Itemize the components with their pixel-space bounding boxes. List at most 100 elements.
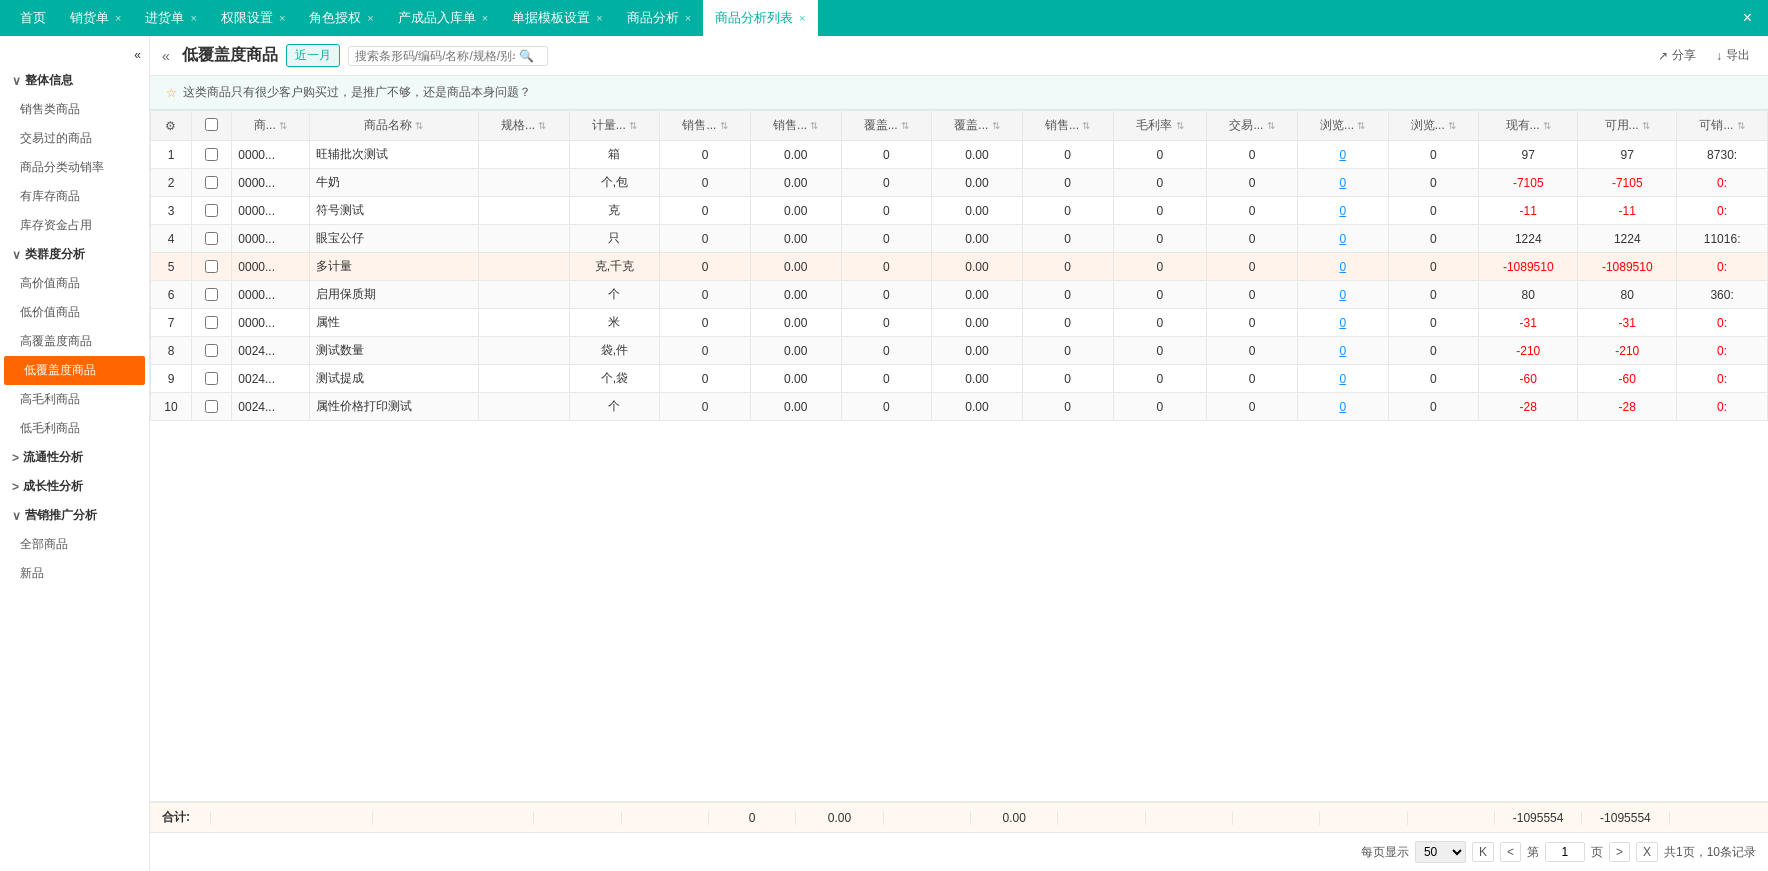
row-no: 2 xyxy=(151,169,192,197)
close-icon[interactable]: × xyxy=(685,12,691,24)
row-browse1[interactable]: 0 xyxy=(1297,281,1388,309)
row-checkbox[interactable] xyxy=(191,141,231,169)
nav-template[interactable]: 单据模板设置 × xyxy=(500,0,614,36)
last-page-button[interactable]: X xyxy=(1636,842,1658,862)
col-current[interactable]: 现有... ⇅ xyxy=(1479,111,1578,141)
row-checkbox[interactable] xyxy=(191,197,231,225)
close-icon[interactable]: × xyxy=(596,12,602,24)
nav-finished-goods[interactable]: 产成品入库单 × xyxy=(386,0,500,36)
row-browse1[interactable]: 0 xyxy=(1297,169,1388,197)
sidebar-item-traded-goods[interactable]: 交易过的商品 xyxy=(0,124,149,153)
row-checkbox[interactable] xyxy=(191,281,231,309)
share-button[interactable]: ↗ 分享 xyxy=(1652,45,1702,66)
col-sales-amt[interactable]: 销售... ⇅ xyxy=(750,111,841,141)
col-sales-qty[interactable]: 销售... ⇅ xyxy=(660,111,751,141)
col-checkbox[interactable] xyxy=(191,111,231,141)
sidebar-section-liquidity[interactable]: > 流通性分析 xyxy=(0,443,149,472)
export-button[interactable]: ↓ 导出 xyxy=(1710,45,1756,66)
search-icon[interactable]: 🔍 xyxy=(519,49,534,63)
col-code[interactable]: 商... ⇅ xyxy=(232,111,309,141)
close-icon[interactable]: × xyxy=(482,12,488,24)
nav-sales[interactable]: 销货单 × xyxy=(58,0,133,36)
close-icon[interactable]: × xyxy=(115,12,121,24)
col-settings[interactable]: ⚙ xyxy=(151,111,192,141)
row-current: -28 xyxy=(1479,393,1578,421)
nav-analysis[interactable]: 商品分析 × xyxy=(615,0,703,36)
sidebar-item-high-profit[interactable]: 高毛利商品 xyxy=(0,385,149,414)
sidebar-item-high-value[interactable]: 高价值商品 xyxy=(0,269,149,298)
row-checkbox[interactable] xyxy=(191,337,231,365)
sidebar-item-all-goods[interactable]: 全部商品 xyxy=(0,530,149,559)
row-checkbox[interactable] xyxy=(191,253,231,281)
close-icon[interactable]: × xyxy=(367,12,373,24)
prev-page-button[interactable]: < xyxy=(1500,842,1521,862)
arrow-icon: > xyxy=(12,480,19,494)
row-sales-qty: 0 xyxy=(660,309,751,337)
nav-home[interactable]: 首页 xyxy=(8,0,58,36)
nav-permissions[interactable]: 权限设置 × xyxy=(209,0,297,36)
row-checkbox[interactable] xyxy=(191,169,231,197)
row-browse1[interactable]: 0 xyxy=(1297,141,1388,169)
col-sellable[interactable]: 可销... ⇅ xyxy=(1677,111,1768,141)
sidebar-item-stocked-goods[interactable]: 有库存商品 xyxy=(0,182,149,211)
close-icon[interactable]: × xyxy=(799,12,805,24)
row-browse1[interactable]: 0 xyxy=(1297,253,1388,281)
row-trade: 0 xyxy=(1207,365,1298,393)
sidebar-item-sales-goods[interactable]: 销售类商品 xyxy=(0,95,149,124)
window-close-button[interactable]: × xyxy=(1735,9,1760,27)
sidebar-section-growth[interactable]: > 成长性分析 xyxy=(0,472,149,501)
next-page-button[interactable]: > xyxy=(1609,842,1630,862)
col-unit[interactable]: 计量... ⇅ xyxy=(569,111,660,141)
close-icon[interactable]: × xyxy=(190,12,196,24)
row-checkbox[interactable] xyxy=(191,393,231,421)
content-header: « 低覆盖度商品 近一月 🔍 ↗ 分享 ↓ 导出 xyxy=(150,36,1768,76)
close-icon[interactable]: × xyxy=(279,12,285,24)
col-browse2[interactable]: 浏览... ⇅ xyxy=(1388,111,1479,141)
row-sales3: 0 xyxy=(1022,281,1113,309)
select-all-checkbox[interactable] xyxy=(205,118,218,131)
filter-month-button[interactable]: 近一月 xyxy=(286,44,340,67)
first-page-button[interactable]: K xyxy=(1472,842,1494,862)
sidebar-item-stock-capital[interactable]: 库存资金占用 xyxy=(0,211,149,240)
row-browse1[interactable]: 0 xyxy=(1297,393,1388,421)
row-name: 启用保质期 xyxy=(309,281,478,309)
sidebar-item-low-profit[interactable]: 低毛利商品 xyxy=(0,414,149,443)
sidebar-section-overall[interactable]: ∨ 整体信息 xyxy=(0,66,149,95)
sidebar-item-low-coverage[interactable]: 低覆盖度商品 xyxy=(4,356,145,385)
col-cov1[interactable]: 覆盖... ⇅ xyxy=(841,111,932,141)
row-browse1[interactable]: 0 xyxy=(1297,365,1388,393)
collapse-icon[interactable]: « xyxy=(162,48,170,64)
col-name[interactable]: 商品名称 ⇅ xyxy=(309,111,478,141)
table-footer: 合计: 0 0.00 0.00 -1095554 -1095554 xyxy=(150,801,1768,832)
col-cov2[interactable]: 覆盖... ⇅ xyxy=(932,111,1023,141)
row-browse1[interactable]: 0 xyxy=(1297,225,1388,253)
page-input[interactable] xyxy=(1545,842,1585,862)
row-browse1[interactable]: 0 xyxy=(1297,197,1388,225)
col-sales3[interactable]: 销售... ⇅ xyxy=(1022,111,1113,141)
search-input[interactable] xyxy=(355,49,515,63)
sidebar-section-marketing[interactable]: ∨ 营销推广分析 xyxy=(0,501,149,530)
col-trade[interactable]: 交易... ⇅ xyxy=(1207,111,1298,141)
col-gross[interactable]: 毛利率 ⇅ xyxy=(1113,111,1207,141)
row-browse1[interactable]: 0 xyxy=(1297,337,1388,365)
col-browse1[interactable]: 浏览... ⇅ xyxy=(1297,111,1388,141)
sidebar-item-category-rate[interactable]: 商品分类动销率 xyxy=(0,153,149,182)
row-current: 97 xyxy=(1479,141,1578,169)
sidebar-section-cluster[interactable]: ∨ 类群度分析 xyxy=(0,240,149,269)
col-available[interactable]: 可用... ⇅ xyxy=(1578,111,1677,141)
nav-analysis-list[interactable]: 商品分析列表 × xyxy=(703,0,817,36)
sidebar-item-new-goods[interactable]: 新品 xyxy=(0,559,149,588)
nav-purchase[interactable]: 进货单 × xyxy=(133,0,208,36)
row-checkbox[interactable] xyxy=(191,309,231,337)
nav-roles[interactable]: 角色授权 × xyxy=(297,0,385,36)
footer-cov1 xyxy=(883,811,970,825)
sidebar-collapse-button[interactable]: « xyxy=(134,48,141,62)
sidebar-item-low-value[interactable]: 低价值商品 xyxy=(0,298,149,327)
row-cov1: 0 xyxy=(841,309,932,337)
page-size-select[interactable]: 50 20 100 xyxy=(1415,841,1466,863)
col-spec[interactable]: 规格... ⇅ xyxy=(478,111,569,141)
row-checkbox[interactable] xyxy=(191,365,231,393)
row-checkbox[interactable] xyxy=(191,225,231,253)
row-browse1[interactable]: 0 xyxy=(1297,309,1388,337)
sidebar-item-high-coverage[interactable]: 高覆盖度商品 xyxy=(0,327,149,356)
